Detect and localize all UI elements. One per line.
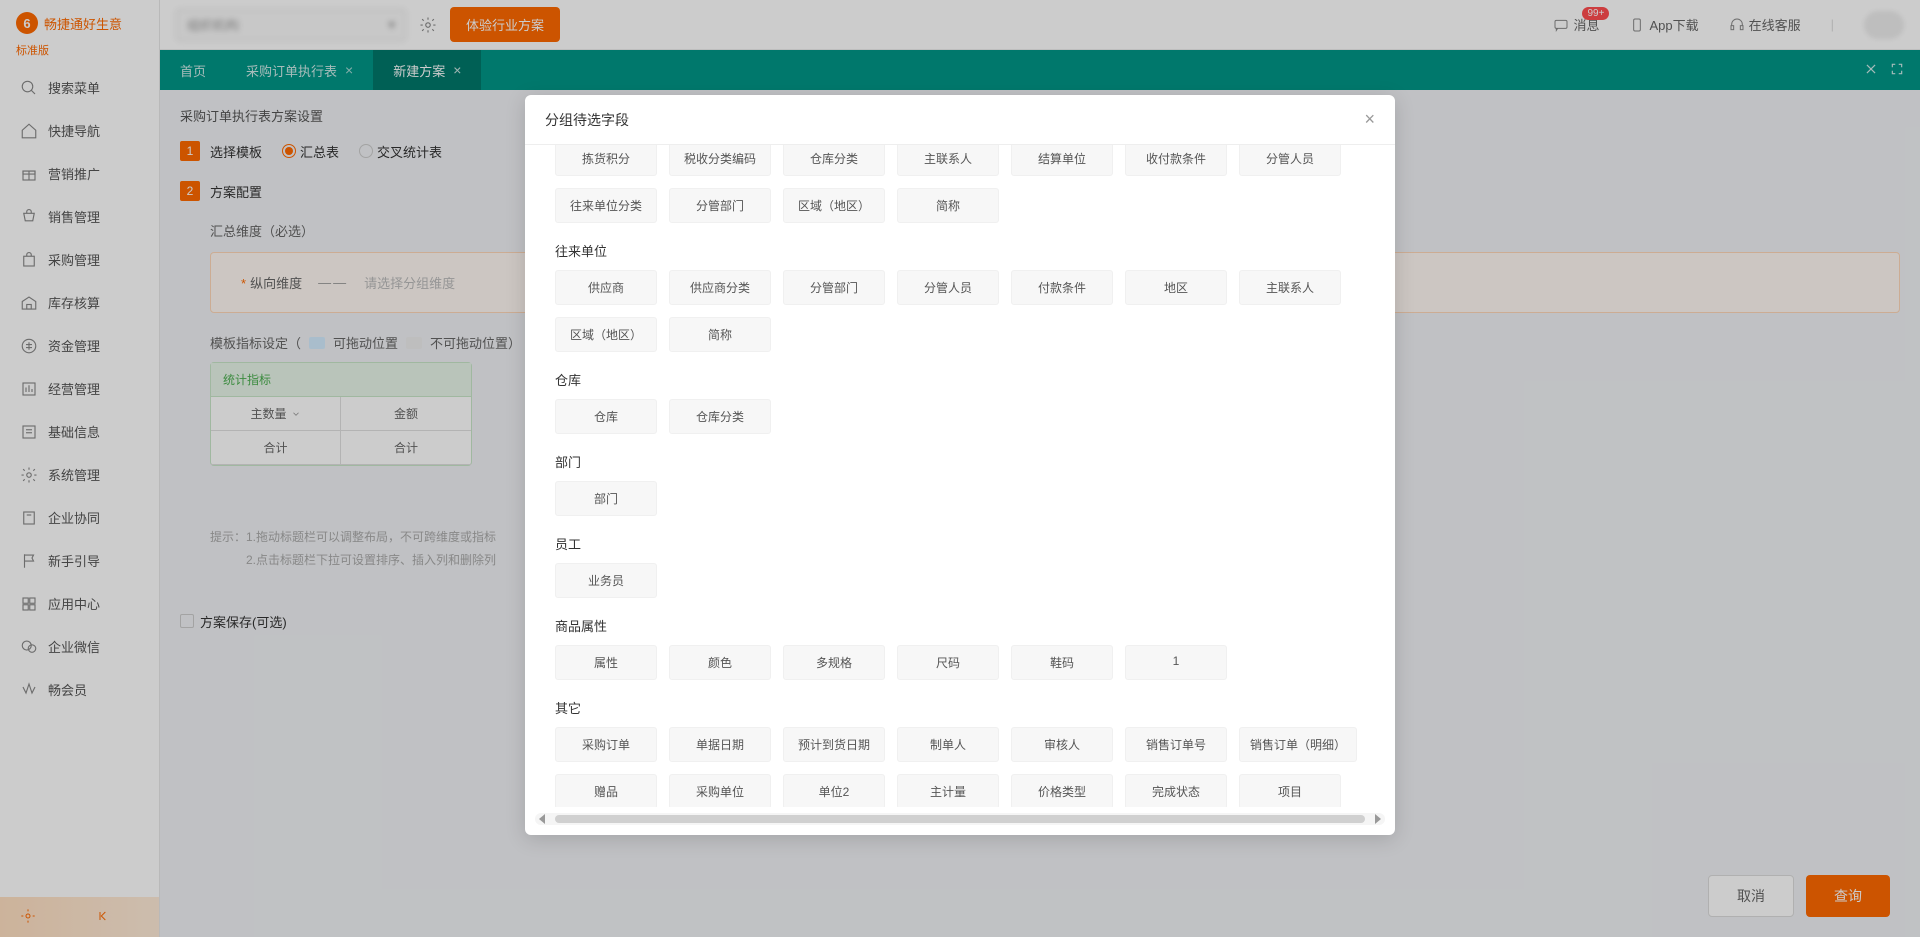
- chip-row: 属性颜色多规格尺码鞋码 1: [555, 645, 1365, 680]
- group-title: 往来单位: [555, 241, 1365, 260]
- field-group: 其它采购订单单据日期预计到货日期制单人审核人销售订单号销售订单（明细） 赠品采购单…: [555, 698, 1365, 807]
- field-chip[interactable]: 项目: [1239, 774, 1341, 807]
- chip-row: 供应商供应商分类分管部门分管人员付款条件地区主联系人区域（地区） 简称: [555, 270, 1365, 352]
- field-chip[interactable]: 往来单位分类: [555, 188, 657, 223]
- group-title: 员工: [555, 534, 1365, 553]
- field-chip[interactable]: 收付款条件: [1125, 145, 1227, 176]
- field-chip[interactable]: 区域（地区）: [783, 188, 885, 223]
- field-chip[interactable]: 分管部门: [783, 270, 885, 305]
- field-chip[interactable]: 审核人: [1011, 727, 1113, 762]
- field-group: 员工业务员: [555, 534, 1365, 598]
- group-title: 商品属性: [555, 616, 1365, 635]
- field-chip[interactable]: 主联系人: [897, 145, 999, 176]
- modal-close-icon[interactable]: ×: [1364, 109, 1375, 130]
- field-group: 往来单位供应商供应商分类分管部门分管人员付款条件地区主联系人区域（地区） 简称: [555, 241, 1365, 352]
- field-chip[interactable]: 仓库分类: [783, 145, 885, 176]
- field-chip[interactable]: 分管人员: [897, 270, 999, 305]
- field-chip[interactable]: 鞋码: [1011, 645, 1113, 680]
- field-chip[interactable]: 仓库: [555, 399, 657, 434]
- field-chip[interactable]: 分管人员: [1239, 145, 1341, 176]
- group-title: 其它: [555, 698, 1365, 717]
- field-chip[interactable]: 部门: [555, 481, 657, 516]
- field-chip[interactable]: 属性: [555, 645, 657, 680]
- field-chip[interactable]: 完成状态: [1125, 774, 1227, 807]
- chip-row: 采购订单单据日期预计到货日期制单人审核人销售订单号销售订单（明细） 赠品采购单位单…: [555, 727, 1365, 807]
- field-chip[interactable]: 分管部门: [669, 188, 771, 223]
- field-modal: 分组待选字段 × 拣货积分税收分类编码仓库分类主联系人结算单位收付款条件分管人员…: [525, 95, 1395, 835]
- field-chip[interactable]: 结算单位: [1011, 145, 1113, 176]
- modal-header: 分组待选字段 ×: [525, 95, 1395, 145]
- field-chip[interactable]: 销售订单号: [1125, 727, 1227, 762]
- field-chip[interactable]: 尺码: [897, 645, 999, 680]
- modal-horizontal-scrollbar[interactable]: [535, 813, 1385, 825]
- field-chip[interactable]: 主计量: [897, 774, 999, 807]
- field-chip[interactable]: 简称: [897, 188, 999, 223]
- field-chip[interactable]: 1: [1125, 645, 1227, 680]
- field-chip[interactable]: 采购订单: [555, 727, 657, 762]
- modal-overlay: 分组待选字段 × 拣货积分税收分类编码仓库分类主联系人结算单位收付款条件分管人员…: [0, 0, 1920, 937]
- field-chip[interactable]: 付款条件: [1011, 270, 1113, 305]
- group-title: 仓库: [555, 370, 1365, 389]
- chip-row: 部门: [555, 481, 1365, 516]
- field-chip[interactable]: 业务员: [555, 563, 657, 598]
- field-chip[interactable]: 预计到货日期: [783, 727, 885, 762]
- group-title: 部门: [555, 452, 1365, 471]
- field-chip[interactable]: 单据日期: [669, 727, 771, 762]
- field-chip[interactable]: 多规格: [783, 645, 885, 680]
- field-chip[interactable]: 颜色: [669, 645, 771, 680]
- field-chip[interactable]: 采购单位: [669, 774, 771, 807]
- field-chip[interactable]: 地区: [1125, 270, 1227, 305]
- field-chip[interactable]: 仓库分类: [669, 399, 771, 434]
- field-chip[interactable]: 销售订单（明细）: [1239, 727, 1357, 762]
- field-group: 部门部门: [555, 452, 1365, 516]
- field-chip[interactable]: 价格类型: [1011, 774, 1113, 807]
- field-chip[interactable]: 供应商: [555, 270, 657, 305]
- scrollbar-thumb[interactable]: [555, 815, 1365, 823]
- chip-row: 业务员: [555, 563, 1365, 598]
- field-chip[interactable]: 主联系人: [1239, 270, 1341, 305]
- field-chip[interactable]: 赠品: [555, 774, 657, 807]
- field-chip[interactable]: 税收分类编码: [669, 145, 771, 176]
- modal-title: 分组待选字段: [545, 110, 629, 130]
- field-chip[interactable]: 供应商分类: [669, 270, 771, 305]
- field-chip[interactable]: 拣货积分: [555, 145, 657, 176]
- chip-row: 仓库仓库分类: [555, 399, 1365, 434]
- modal-body[interactable]: 拣货积分税收分类编码仓库分类主联系人结算单位收付款条件分管人员 往来单位分类分管…: [525, 145, 1395, 807]
- field-chip[interactable]: 单位2: [783, 774, 885, 807]
- field-chip[interactable]: 区域（地区）: [555, 317, 657, 352]
- field-group: 商品属性属性颜色多规格尺码鞋码 1: [555, 616, 1365, 680]
- field-chip[interactable]: 制单人: [897, 727, 999, 762]
- field-group: 仓库仓库仓库分类: [555, 370, 1365, 434]
- field-chip[interactable]: 简称: [669, 317, 771, 352]
